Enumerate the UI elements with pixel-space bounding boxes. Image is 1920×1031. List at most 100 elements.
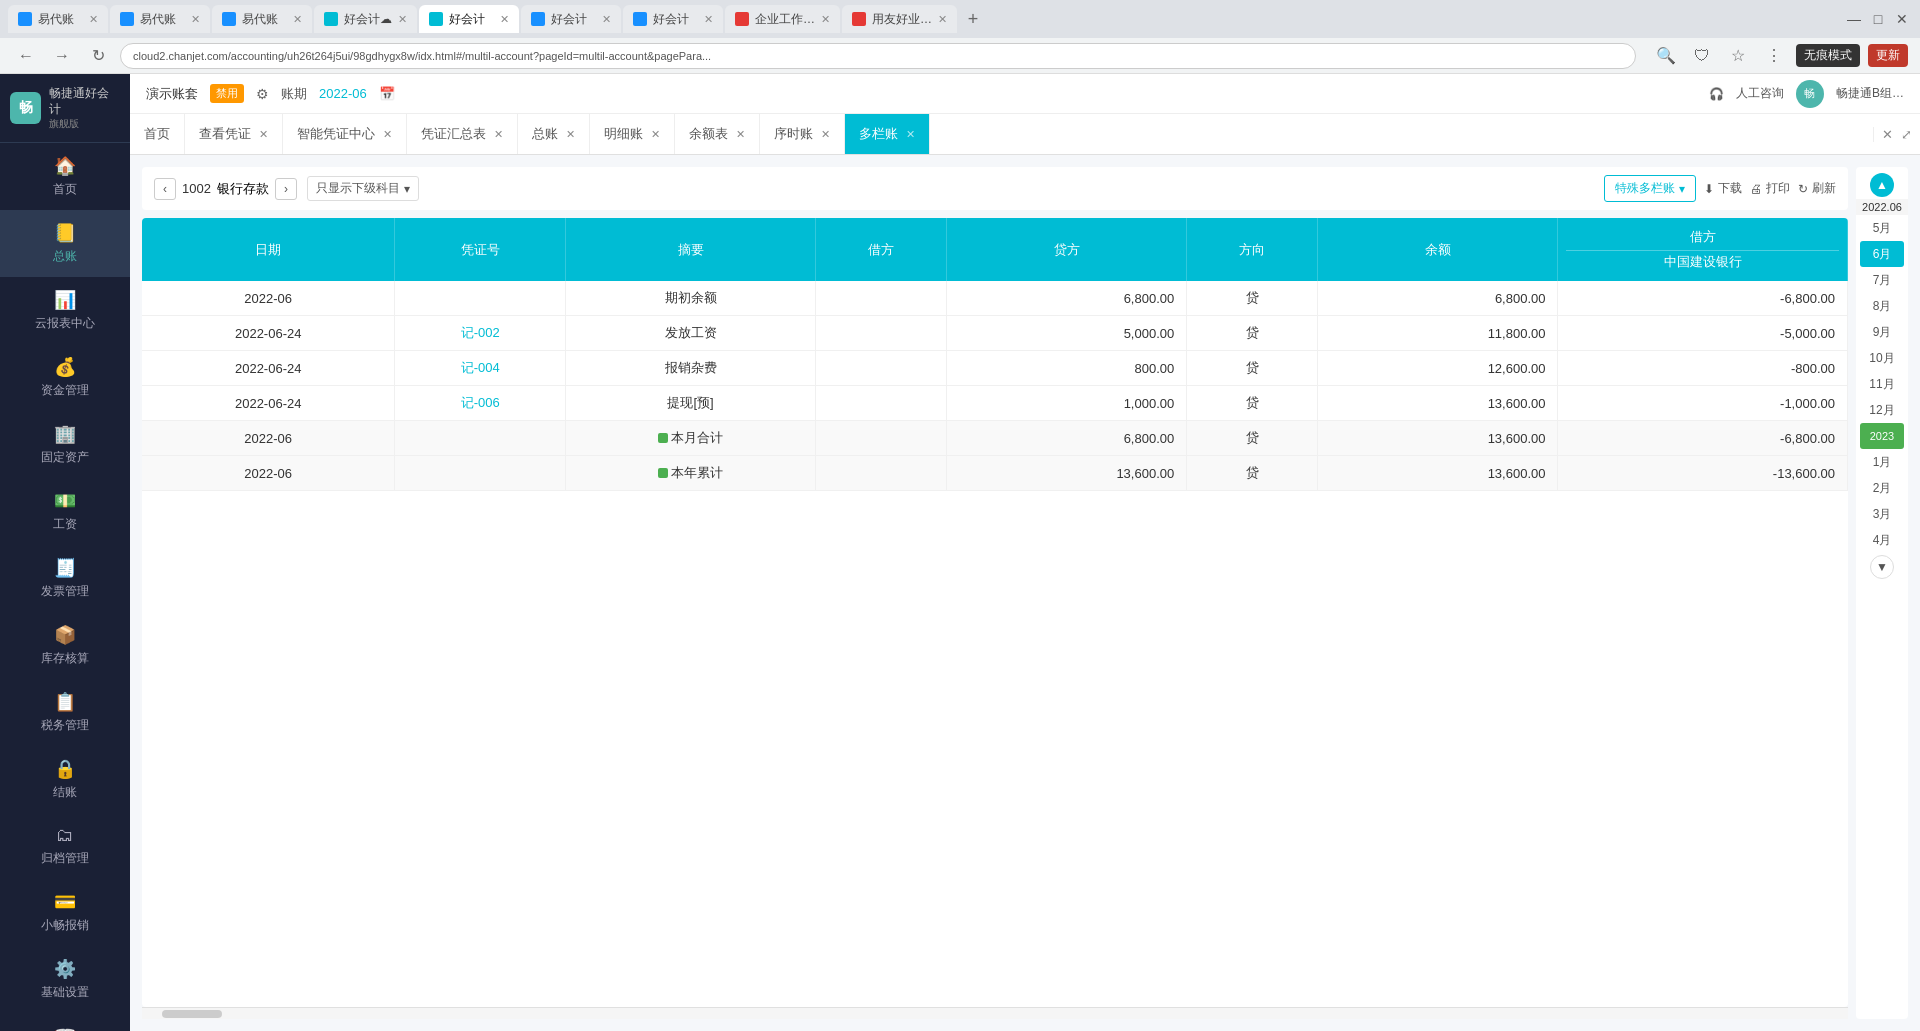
special-multicolumn-button[interactable]: 特殊多栏账 ▾	[1604, 175, 1696, 202]
tab-detail-close[interactable]: ✕	[651, 128, 660, 141]
tab-close-6[interactable]: ✕	[602, 13, 611, 26]
calendar-month-item[interactable]: 6月	[1860, 241, 1904, 267]
user-avatar[interactable]: 畅	[1796, 80, 1824, 108]
tab-close-1[interactable]: ✕	[89, 13, 98, 26]
prev-account-button[interactable]: ‹	[154, 178, 176, 200]
sidebar-item-guide[interactable]: 📖 新手引导	[0, 1013, 130, 1031]
tab-general-close[interactable]: ✕	[566, 128, 575, 141]
calendar-month-item[interactable]: 1月	[1860, 449, 1904, 475]
filter-dropdown[interactable]: 只显示下级科目 ▾	[307, 176, 419, 201]
forward-button[interactable]: →	[48, 42, 76, 70]
incognito-mode-button[interactable]: 无痕模式	[1796, 44, 1860, 67]
tab-summary[interactable]: 凭证汇总表 ✕	[407, 114, 518, 154]
tab-summary-close[interactable]: ✕	[494, 128, 503, 141]
tab-close-5[interactable]: ✕	[500, 13, 509, 26]
calendar-month-item[interactable]: 3月	[1860, 501, 1904, 527]
sidebar-item-assets[interactable]: 🏢 固定资产	[0, 411, 130, 478]
tab-close-9[interactable]: ✕	[938, 13, 947, 26]
tab-yonyou-9[interactable]: 用友好业… ✕	[842, 5, 957, 33]
calendar-scroll-down[interactable]: ▼	[1870, 555, 1894, 579]
voucher-link[interactable]: 记-004	[395, 351, 566, 386]
tab-balance[interactable]: 余额表 ✕	[675, 114, 760, 154]
minimize-button[interactable]: —	[1844, 9, 1864, 29]
url-input[interactable]: cloud2.chanjet.com/accounting/uh26t264j5…	[120, 43, 1636, 69]
star-icon[interactable]: ☆	[1724, 42, 1752, 70]
calendar-month-item[interactable]: 12月	[1860, 397, 1904, 423]
extensions-icon[interactable]: ⋮	[1760, 42, 1788, 70]
calendar-month-item[interactable]: 7月	[1860, 267, 1904, 293]
months-2022-container: 5月6月7月8月9月10月11月12月	[1860, 215, 1904, 423]
tab-close-3[interactable]: ✕	[293, 13, 302, 26]
sidebar-item-expense[interactable]: 💳 小畅报销	[0, 879, 130, 946]
expand-icon[interactable]: ⤢	[1901, 127, 1912, 142]
sidebar-item-finance[interactable]: 💰 资金管理	[0, 344, 130, 411]
calendar-icon[interactable]: 📅	[379, 86, 395, 101]
scrollbar-thumb[interactable]	[162, 1010, 222, 1018]
tab-haokuaiji-4[interactable]: 好会计☁ ✕	[314, 5, 417, 33]
new-tab-button[interactable]: +	[959, 5, 987, 33]
calendar-month-item[interactable]: 2月	[1860, 475, 1904, 501]
tab-haokuaiji-7[interactable]: 好会计 ✕	[623, 5, 723, 33]
sidebar-item-home[interactable]: 🏠 首页	[0, 143, 130, 210]
calendar-month-item[interactable]: 11月	[1860, 371, 1904, 397]
direction-cell: 贷	[1187, 386, 1318, 421]
sidebar-item-report[interactable]: 📊 云报表中心	[0, 277, 130, 344]
voucher-link[interactable]: 记-006	[395, 386, 566, 421]
tab-yidaizhang-2[interactable]: 易代账 ✕	[110, 5, 210, 33]
tab-haokuaiji-5[interactable]: 好会计 ✕	[419, 5, 519, 33]
tab-sequence[interactable]: 序时账 ✕	[760, 114, 845, 154]
total-badge: 本年累计	[658, 464, 723, 482]
tab-enterprise-8[interactable]: 企业工作… ✕	[725, 5, 840, 33]
horizontal-scrollbar[interactable]	[142, 1007, 1848, 1019]
search-icon[interactable]: 🔍	[1652, 42, 1680, 70]
calendar-month-item[interactable]: 5月	[1860, 215, 1904, 241]
tab-general[interactable]: 总账 ✕	[518, 114, 590, 154]
calendar-scroll-up[interactable]: ▲	[1870, 173, 1894, 197]
calendar-month-item[interactable]: 9月	[1860, 319, 1904, 345]
report-icon: 📊	[54, 289, 76, 311]
tab-vouchers[interactable]: 查看凭证 ✕	[185, 114, 283, 154]
tab-home[interactable]: 首页	[130, 114, 185, 154]
topbar-settings-icon[interactable]: ⚙	[256, 86, 269, 102]
sidebar-item-settings[interactable]: ⚙️ 基础设置	[0, 946, 130, 1013]
tab-haokuaiji-6[interactable]: 好会计 ✕	[521, 5, 621, 33]
calendar-month-item[interactable]: 8月	[1860, 293, 1904, 319]
maximize-button[interactable]: □	[1868, 9, 1888, 29]
consult-label[interactable]: 人工咨询	[1736, 85, 1784, 102]
tab-sequence-close[interactable]: ✕	[821, 128, 830, 141]
next-account-button[interactable]: ›	[275, 178, 297, 200]
sidebar-item-closing[interactable]: 🔒 结账	[0, 746, 130, 813]
print-button[interactable]: 🖨 打印	[1750, 180, 1790, 197]
tab-close-7[interactable]: ✕	[704, 13, 713, 26]
voucher-link[interactable]: 记-002	[395, 316, 566, 351]
tab-smart[interactable]: 智能凭证中心 ✕	[283, 114, 407, 154]
tab-vouchers-close[interactable]: ✕	[259, 128, 268, 141]
reload-button[interactable]: ↻	[84, 42, 112, 70]
shield-icon[interactable]: 🛡	[1688, 42, 1716, 70]
tab-yidaizhang-1[interactable]: 易代账 ✕	[8, 5, 108, 33]
tab-detail[interactable]: 明细账 ✕	[590, 114, 675, 154]
tab-close-4[interactable]: ✕	[398, 13, 407, 26]
tab-multi-close[interactable]: ✕	[906, 128, 915, 141]
tab-multi[interactable]: 多栏账 ✕	[845, 114, 930, 154]
back-button[interactable]: ←	[12, 42, 40, 70]
collapse-icon[interactable]: ✕	[1882, 127, 1893, 142]
tab-close-8[interactable]: ✕	[821, 13, 830, 26]
sidebar-item-archive[interactable]: 🗂 归档管理	[0, 813, 130, 879]
tab-close-2[interactable]: ✕	[191, 13, 200, 26]
close-button[interactable]: ✕	[1892, 9, 1912, 29]
sidebar-item-salary[interactable]: 💵 工资	[0, 478, 130, 545]
sidebar-item-ledger[interactable]: 📒 总账	[0, 210, 130, 277]
tab-balance-close[interactable]: ✕	[736, 128, 745, 141]
refresh-button[interactable]: ↻ 刷新	[1798, 180, 1836, 197]
calendar-month-item[interactable]: 10月	[1860, 345, 1904, 371]
col-debit: 借方	[815, 218, 946, 281]
sidebar-item-invoice[interactable]: 🧾 发票管理	[0, 545, 130, 612]
sidebar-item-inventory[interactable]: 📦 库存核算	[0, 612, 130, 679]
tab-smart-close[interactable]: ✕	[383, 128, 392, 141]
sidebar-item-tax[interactable]: 📋 税务管理	[0, 679, 130, 746]
update-button[interactable]: 更新	[1868, 44, 1908, 67]
tab-yidaizhang-3[interactable]: 易代账 ✕	[212, 5, 312, 33]
calendar-month-item[interactable]: 4月	[1860, 527, 1904, 553]
download-button[interactable]: ⬇ 下载	[1704, 180, 1742, 197]
